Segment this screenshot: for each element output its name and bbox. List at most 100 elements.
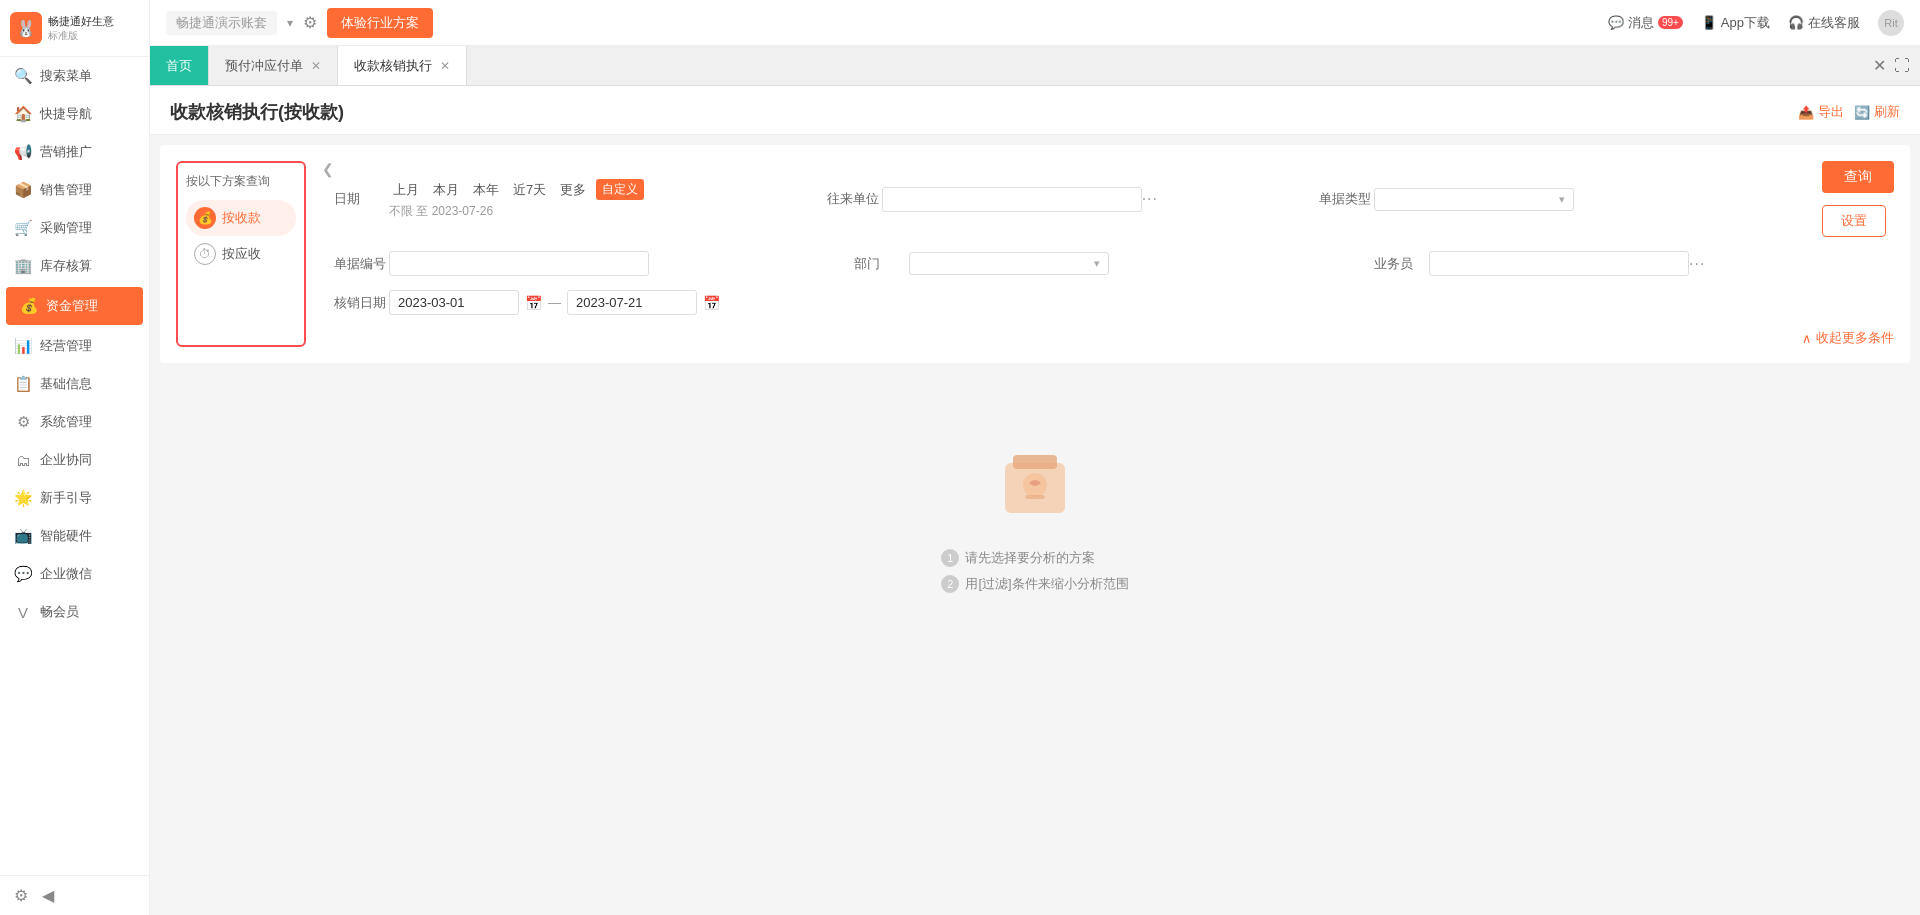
sidebar-item-weixin[interactable]: 💬 企业微信 xyxy=(0,555,149,593)
partner-dots-button[interactable]: ··· xyxy=(1142,190,1158,208)
salesperson-dots-button[interactable]: ··· xyxy=(1689,255,1705,273)
sidebar-item-system[interactable]: ⚙系统管理 xyxy=(0,403,149,441)
empty-state: 1 请先选择要分析的方案 2 用[过滤]条件来缩小分析范围 xyxy=(150,373,1920,661)
writeoff-date-start-input[interactable]: 2023-03-01 xyxy=(389,290,519,315)
export-icon: 📤 xyxy=(1798,105,1814,120)
filter-option-by-receipt[interactable]: 💰 按收款 xyxy=(186,200,296,236)
date-this-month-btn[interactable]: 本月 xyxy=(429,179,463,201)
topbar-gear-icon[interactable]: ⚙ xyxy=(303,13,317,32)
refresh-button[interactable]: 🔄 刷新 xyxy=(1854,103,1900,121)
date-7days-btn[interactable]: 近7天 xyxy=(509,179,550,201)
topbar-right: 💬 消息 99+ 📱 App下载 🎧 在线客服 Rit xyxy=(1608,10,1904,36)
collapse-filter-sidebar-icon[interactable]: ❮ xyxy=(322,161,334,347)
export-button[interactable]: 📤 导出 xyxy=(1798,103,1844,121)
tab-receipt-writeoff[interactable]: 收款核销执行 ✕ xyxy=(338,46,467,85)
sidebar-item-basic-info[interactable]: 📋基础信息 xyxy=(0,365,149,403)
svg-rect-1 xyxy=(1013,455,1057,469)
tip-num-1: 1 xyxy=(941,549,959,567)
company-name: 畅捷通演示账套 xyxy=(166,11,277,35)
partner-filter-field: 往来单位 ··· xyxy=(827,187,1320,212)
refresh-label: 刷新 xyxy=(1874,103,1900,121)
tab-receipt-writeoff-close-icon[interactable]: ✕ xyxy=(440,59,450,73)
sidebar-item-operations[interactable]: 📊经营管理 xyxy=(0,327,149,365)
salesperson-input[interactable] xyxy=(1429,251,1689,276)
tab-prepay-label: 预付冲应付单 xyxy=(225,57,303,75)
sidebar-item-inventory[interactable]: 🏢库存核算 xyxy=(0,247,149,285)
filter-row-3: 核销日期 2023-03-01 📅 — 2023-07-21 📅 xyxy=(334,290,1894,315)
chevron-up-icon: ∧ xyxy=(1802,331,1812,346)
by-receipt-label: 按收款 xyxy=(222,209,261,227)
sidebar-item-sales[interactable]: 📦销售管理 xyxy=(0,171,149,209)
by-receipt-icon: 💰 xyxy=(194,207,216,229)
message-button[interactable]: 💬 消息 99+ xyxy=(1608,14,1683,32)
docno-label: 单据编号 xyxy=(334,255,389,273)
weixin-label: 企业微信 xyxy=(40,565,92,583)
sidebar-item-finance[interactable]: 💰资金管理 xyxy=(6,287,143,325)
date-custom-btn[interactable]: 自定义 xyxy=(596,179,644,200)
doc-type-filter-field: 单据类型 ▾ xyxy=(1319,188,1812,211)
tab-prepay-close-icon[interactable]: ✕ xyxy=(311,59,321,73)
page-title: 收款核销执行(按收款) xyxy=(170,100,344,124)
collapse-sidebar-icon[interactable]: ◀ xyxy=(42,886,54,905)
doc-type-select[interactable]: ▾ xyxy=(1374,188,1574,211)
topbar-chevron-icon[interactable]: ▾ xyxy=(287,16,293,30)
online-service-button[interactable]: 🎧 在线客服 xyxy=(1788,14,1860,32)
topbar: 畅捷通演示账套 ▾ ⚙ 体验行业方案 💬 消息 99+ 📱 App下载 🎧 在线… xyxy=(150,0,1920,46)
filter-option-by-receivable[interactable]: ⏱ 按应收 xyxy=(186,236,296,272)
tab-home[interactable]: 首页 xyxy=(150,46,209,85)
collapse-more-conditions[interactable]: ∧ 收起更多条件 xyxy=(334,329,1894,347)
settings-button[interactable]: 设置 xyxy=(1822,205,1886,237)
department-select[interactable]: ▾ xyxy=(909,252,1109,275)
sidebar-item-search-menu[interactable]: 🔍搜索菜单 xyxy=(0,57,149,95)
writeoff-date-end-calendar-icon[interactable]: 📅 xyxy=(703,295,720,311)
writeoff-date-end-input[interactable]: 2023-07-21 xyxy=(567,290,697,315)
sidebar-item-member[interactable]: V畅会员 xyxy=(0,593,149,631)
partner-input[interactable] xyxy=(882,187,1142,212)
finance-icon: 💰 xyxy=(20,297,38,315)
user-avatar[interactable]: Rit xyxy=(1878,10,1904,36)
inventory-label: 库存核算 xyxy=(40,257,92,275)
tab-home-label: 首页 xyxy=(166,57,192,75)
docno-input[interactable] xyxy=(389,251,649,276)
topbar-left: 畅捷通演示账套 ▾ ⚙ 体验行业方案 xyxy=(166,8,433,38)
logo-text-sub: 标准版 xyxy=(48,29,114,42)
industry-solution-button[interactable]: 体验行业方案 xyxy=(327,8,433,38)
tip-num-2: 2 xyxy=(941,575,959,593)
salesperson-filter-field: 业务员 ··· xyxy=(1374,251,1894,276)
writeoff-date-label: 核销日期 xyxy=(334,294,389,312)
settings-icon[interactable]: ⚙ xyxy=(14,886,28,905)
sidebar-item-marketing[interactable]: 📢营销推广 xyxy=(0,133,149,171)
guide-label: 新手引导 xyxy=(40,489,92,507)
sidebar-bottom: ⚙ ◀ xyxy=(0,875,149,915)
app-download-button[interactable]: 📱 App下载 xyxy=(1701,14,1770,32)
sidebar-item-purchase[interactable]: 🛒采购管理 xyxy=(0,209,149,247)
date-range-dash: — xyxy=(548,295,561,310)
sidebar-item-quick-nav[interactable]: 🏠快捷导航 xyxy=(0,95,149,133)
app-download-label: App下载 xyxy=(1721,14,1770,32)
date-last-month-btn[interactable]: 上月 xyxy=(389,179,423,201)
tab-prepay[interactable]: 预付冲应付单 ✕ xyxy=(209,46,338,85)
sales-label: 销售管理 xyxy=(40,181,92,199)
date-more-btn[interactable]: 更多 xyxy=(556,179,590,201)
filter-area: 按以下方案查询 💰 按收款 ⏱ 按应收 ❮ 日期 xyxy=(160,145,1910,363)
sidebar-item-hardware[interactable]: 📺智能硬件 xyxy=(0,517,149,555)
salesperson-label: 业务员 xyxy=(1374,255,1429,273)
tab-expand-button[interactable]: ⛶ xyxy=(1894,57,1910,75)
member-label: 畅会员 xyxy=(40,603,79,621)
empty-tip-2: 2 用[过滤]条件来缩小分析范围 xyxy=(941,575,1128,593)
sidebar-item-enterprise[interactable]: 🗂企业协同 xyxy=(0,441,149,479)
message-badge: 99+ xyxy=(1658,16,1683,29)
user-name-label: Rit xyxy=(1884,17,1897,29)
date-this-year-btn[interactable]: 本年 xyxy=(469,179,503,201)
query-button[interactable]: 查询 xyxy=(1822,161,1894,193)
enterprise-icon: 🗂 xyxy=(14,452,32,469)
filter-row-1: 日期 上月 本月 本年 近7天 更多 自定义 不限 至 2023-07-26 xyxy=(334,161,1894,237)
weixin-icon: 💬 xyxy=(14,565,32,583)
tab-close-all-button[interactable]: ✕ xyxy=(1873,56,1886,75)
operations-label: 经营管理 xyxy=(40,337,92,355)
writeoff-date-start-calendar-icon[interactable]: 📅 xyxy=(525,295,542,311)
tabbar-actions: ✕ ⛶ xyxy=(1863,46,1920,85)
sidebar-item-guide[interactable]: 🌟新手引导 xyxy=(0,479,149,517)
department-chevron-icon: ▾ xyxy=(1094,257,1100,270)
tabbar: 首页 预付冲应付单 ✕ 收款核销执行 ✕ ✕ ⛶ xyxy=(150,46,1920,86)
